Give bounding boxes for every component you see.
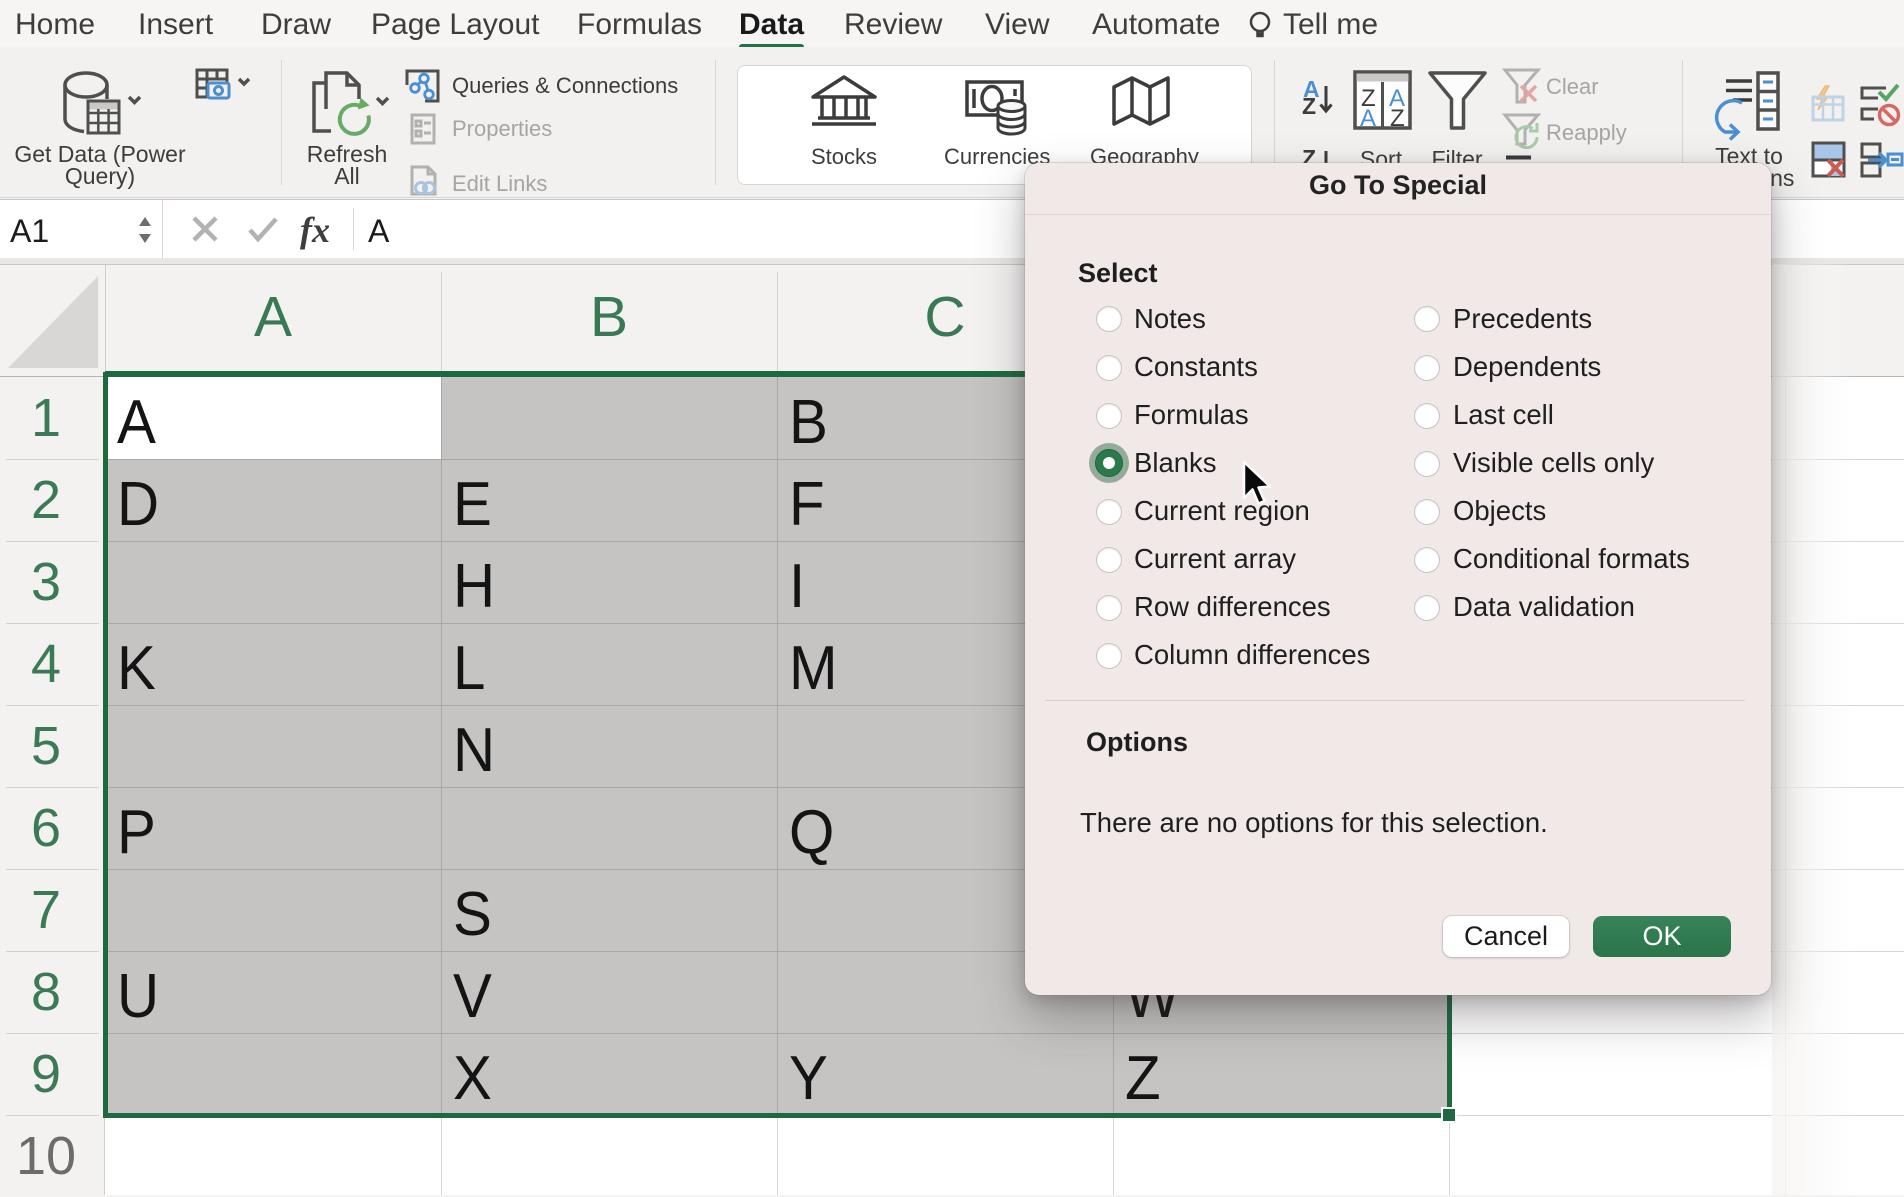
svg-text:Z: Z: [1390, 105, 1405, 132]
svg-text:fx: fx: [300, 210, 330, 250]
svg-text:A: A: [1360, 105, 1376, 132]
svg-text:Z: Z: [1302, 93, 1316, 119]
